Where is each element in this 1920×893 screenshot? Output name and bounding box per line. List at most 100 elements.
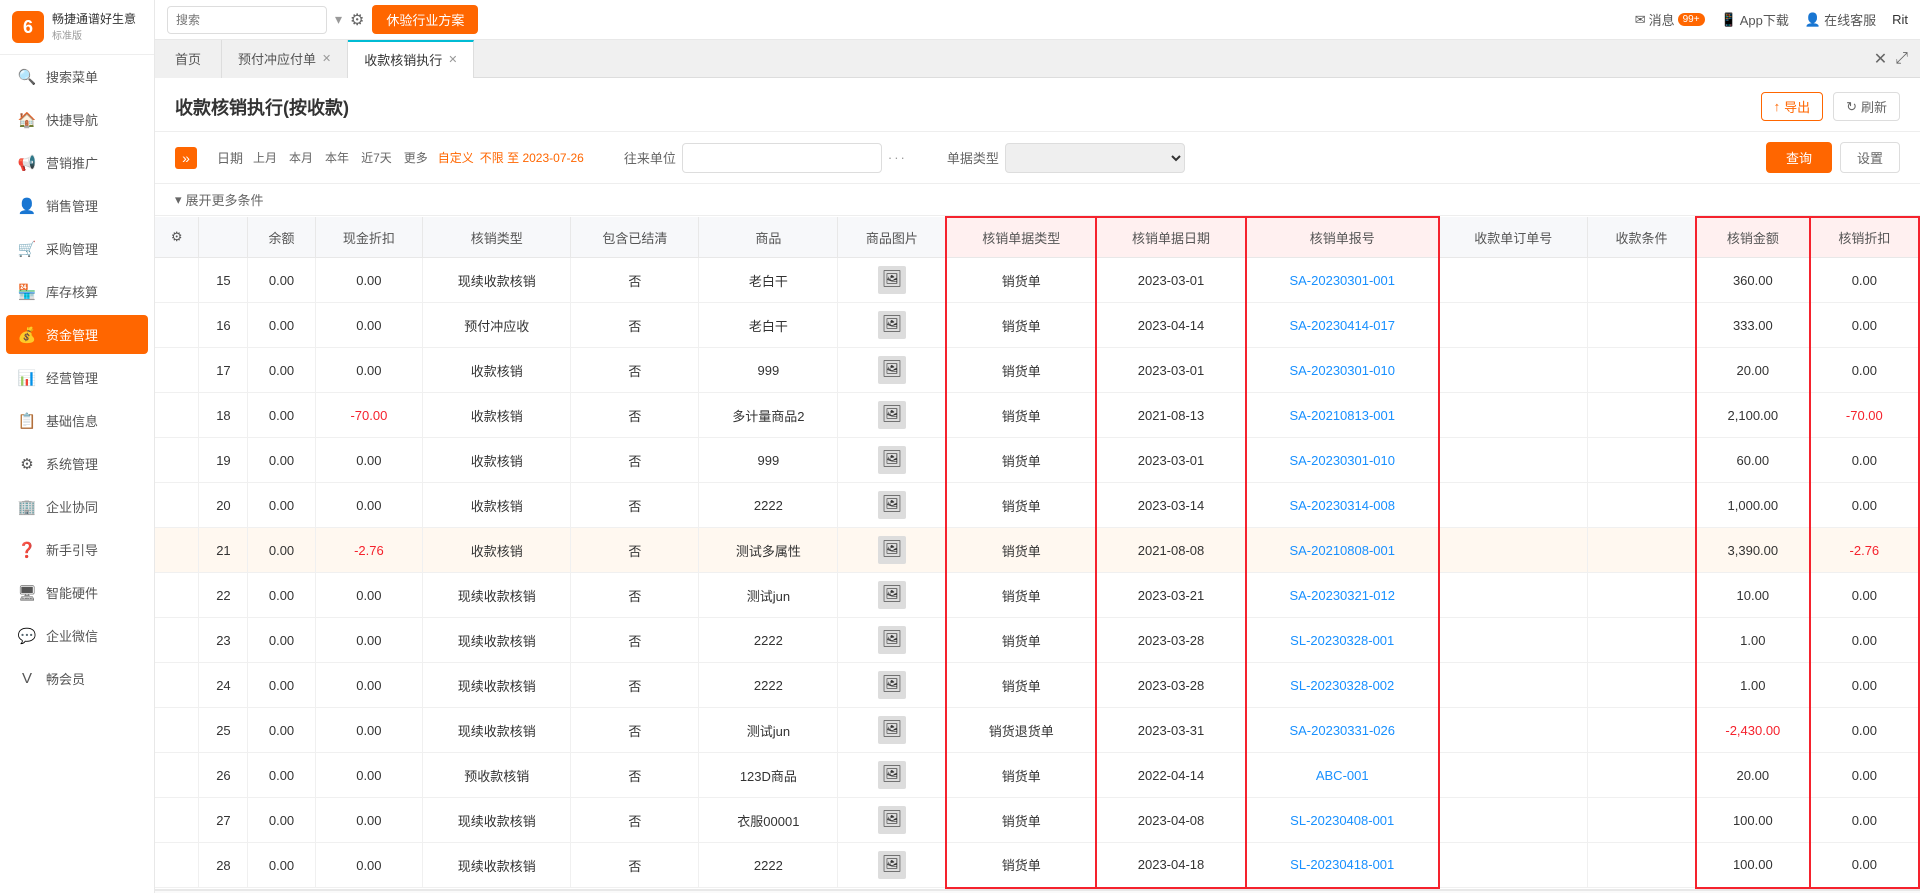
- app-icon: 📱: [1721, 12, 1737, 28]
- user-name: Rit: [1892, 12, 1908, 27]
- td-receipt-condition: [1588, 843, 1696, 888]
- refresh-btn[interactable]: ↻ 刷新: [1833, 92, 1900, 121]
- td-receipt-condition: [1588, 798, 1696, 843]
- sidebar-item-wechat[interactable]: 💬 企业微信: [0, 614, 154, 657]
- tab-home[interactable]: 首页: [155, 40, 222, 78]
- td-settings: [155, 303, 199, 348]
- td-receipt-order-no: [1439, 843, 1588, 888]
- sidebar-item-sales[interactable]: 👤 销售管理: [0, 184, 154, 227]
- industry-btn[interactable]: 休验行业方案: [372, 5, 478, 34]
- td-cancel-bill-type: 销货单: [946, 393, 1096, 438]
- td-product: 2222: [699, 663, 838, 708]
- tab-receipt[interactable]: 收款核销执行 ✕: [348, 40, 474, 78]
- td-receipt-condition: [1588, 708, 1696, 753]
- date-custom-btn[interactable]: 自定义: [438, 149, 474, 166]
- sidebar-item-label: 新手引导: [46, 540, 98, 559]
- logo-badge: 标准版: [52, 27, 136, 42]
- td-seq: 19: [199, 438, 248, 483]
- td-cancel-bill-no[interactable]: SA-20230314-008: [1246, 483, 1439, 528]
- search-input[interactable]: [167, 6, 327, 34]
- td-cash-discount: 0.00: [315, 618, 423, 663]
- sidebar-item-system[interactable]: ⚙ 系统管理: [0, 442, 154, 485]
- td-receipt-condition: [1588, 258, 1696, 303]
- th-include-settled: 包含已结清: [571, 217, 699, 258]
- td-cancel-bill-no[interactable]: SA-20210808-001: [1246, 528, 1439, 573]
- td-balance: 0.00: [248, 753, 315, 798]
- td-cancel-bill-no[interactable]: SA-20230414-017: [1246, 303, 1439, 348]
- td-cancel-bill-no[interactable]: SL-20230418-001: [1246, 843, 1439, 888]
- dropdown-chevron-icon[interactable]: ▾: [335, 11, 342, 28]
- table-row: 210.00-2.76收款核销否测试多属性🖼销货单2021-08-08SA-20…: [155, 528, 1919, 573]
- export-icon: ↑: [1774, 99, 1781, 114]
- tab-receipt-close[interactable]: ✕: [448, 53, 457, 66]
- filter-expand-arrow[interactable]: »: [175, 147, 197, 169]
- th-receipt-condition: 收款条件: [1588, 217, 1696, 258]
- messages-btn[interactable]: ✉ 消息 99+: [1635, 10, 1705, 29]
- th-balance: 余额: [248, 217, 315, 258]
- td-cancel-bill-no[interactable]: SL-20230328-002: [1246, 663, 1439, 708]
- td-receipt-order-no: [1439, 618, 1588, 663]
- td-cancel-bill-date: 2023-04-08: [1096, 798, 1246, 843]
- td-include-settled: 否: [571, 573, 699, 618]
- td-cancel-bill-no[interactable]: SA-20230301-001: [1246, 258, 1439, 303]
- td-cancel-bill-no[interactable]: SL-20230408-001: [1246, 798, 1439, 843]
- th-cash-discount: 现金折扣: [315, 217, 423, 258]
- sidebar-item-marketing[interactable]: 📢 营销推广: [0, 141, 154, 184]
- receipt-type-select[interactable]: [1005, 143, 1185, 173]
- sidebar-item-finance[interactable]: 💰 资金管理: [6, 315, 148, 354]
- date-btn-this-year[interactable]: 本年: [321, 147, 353, 168]
- sidebar-item-search[interactable]: 🔍 搜索菜单: [0, 55, 154, 98]
- from-unit-input[interactable]: [682, 143, 882, 173]
- tab-prepay-close[interactable]: ✕: [322, 52, 331, 65]
- td-cancel-bill-no[interactable]: SA-20230321-012: [1246, 573, 1439, 618]
- td-cancel-bill-no[interactable]: SA-20230301-010: [1246, 438, 1439, 483]
- sidebar-item-purchase[interactable]: 🛒 采购管理: [0, 227, 154, 270]
- date-btn-last-month[interactable]: 上月: [249, 147, 281, 168]
- td-product: 衣服00001: [699, 798, 838, 843]
- td-cancel-type: 现续收款核销: [423, 573, 571, 618]
- td-cancel-bill-no[interactable]: SA-20230301-010: [1246, 348, 1439, 393]
- sidebar-item-guide[interactable]: ❓ 新手引导: [0, 528, 154, 571]
- window-close-icon[interactable]: ✕: [1874, 49, 1887, 69]
- td-cancel-bill-type: 销货单: [946, 483, 1096, 528]
- td-cancel-bill-type: 销货退货单: [946, 708, 1096, 753]
- td-cancel-bill-no[interactable]: ABC-001: [1246, 753, 1439, 798]
- td-settings: [155, 843, 199, 888]
- sidebar-item-basic[interactable]: 📋 基础信息: [0, 399, 154, 442]
- date-btn-this-month[interactable]: 本月: [285, 147, 317, 168]
- home-icon: 🏠: [18, 111, 36, 129]
- td-balance: 0.00: [248, 483, 315, 528]
- td-product: 测试jun: [699, 708, 838, 753]
- sidebar-item-inventory[interactable]: 🏪 库存核算: [0, 270, 154, 313]
- td-cancel-bill-no[interactable]: SA-20210813-001: [1246, 393, 1439, 438]
- expand-conditions-btn[interactable]: ▾ 展开更多条件: [175, 190, 264, 209]
- sidebar-item-corp[interactable]: 🏢 企业协同: [0, 485, 154, 528]
- th-product: 商品: [699, 217, 838, 258]
- table-row: 190.000.00收款核销否999🖼销货单2023-03-01SA-20230…: [155, 438, 1919, 483]
- sidebar-item-member[interactable]: V 畅会员: [0, 657, 154, 700]
- filter-settings-btn[interactable]: 设置: [1840, 142, 1900, 173]
- sidebar-item-hardware[interactable]: 🖥 智能硬件: [0, 571, 154, 614]
- table-container: ⚙ 余额 现金折扣 核销类型 包含已结清 商品 商品图片 核销单据类型 核销单据…: [155, 216, 1920, 893]
- window-expand-icon[interactable]: ⤢: [1895, 50, 1908, 68]
- td-cancel-bill-no[interactable]: SA-20230331-026: [1246, 708, 1439, 753]
- td-cancel-amount: 360.00: [1696, 258, 1810, 303]
- online-service-btn[interactable]: 👤 在线客服: [1805, 10, 1876, 29]
- td-cancel-type: 收款核销: [423, 528, 571, 573]
- query-btn[interactable]: 查询: [1766, 142, 1832, 173]
- td-settings: [155, 798, 199, 843]
- sidebar-item-operations[interactable]: 📊 经营管理: [0, 356, 154, 399]
- td-cash-discount: 0.00: [315, 303, 423, 348]
- td-seq: 28: [199, 843, 248, 888]
- app-download-btn[interactable]: 📱 App下载: [1721, 10, 1789, 29]
- td-product: 2222: [699, 843, 838, 888]
- td-cash-discount: -70.00: [315, 393, 423, 438]
- date-btn-more[interactable]: 更多: [400, 147, 432, 168]
- sidebar-item-quicknav[interactable]: 🏠 快捷导航: [0, 98, 154, 141]
- export-btn[interactable]: ↑ 导出: [1761, 92, 1824, 121]
- settings-gear-icon[interactable]: ⚙: [350, 10, 364, 30]
- tab-prepay[interactable]: 预付冲应付单 ✕: [222, 40, 348, 78]
- td-receipt-order-no: [1439, 708, 1588, 753]
- td-cancel-bill-no[interactable]: SL-20230328-001: [1246, 618, 1439, 663]
- date-btn-7days[interactable]: 近7天: [357, 147, 396, 168]
